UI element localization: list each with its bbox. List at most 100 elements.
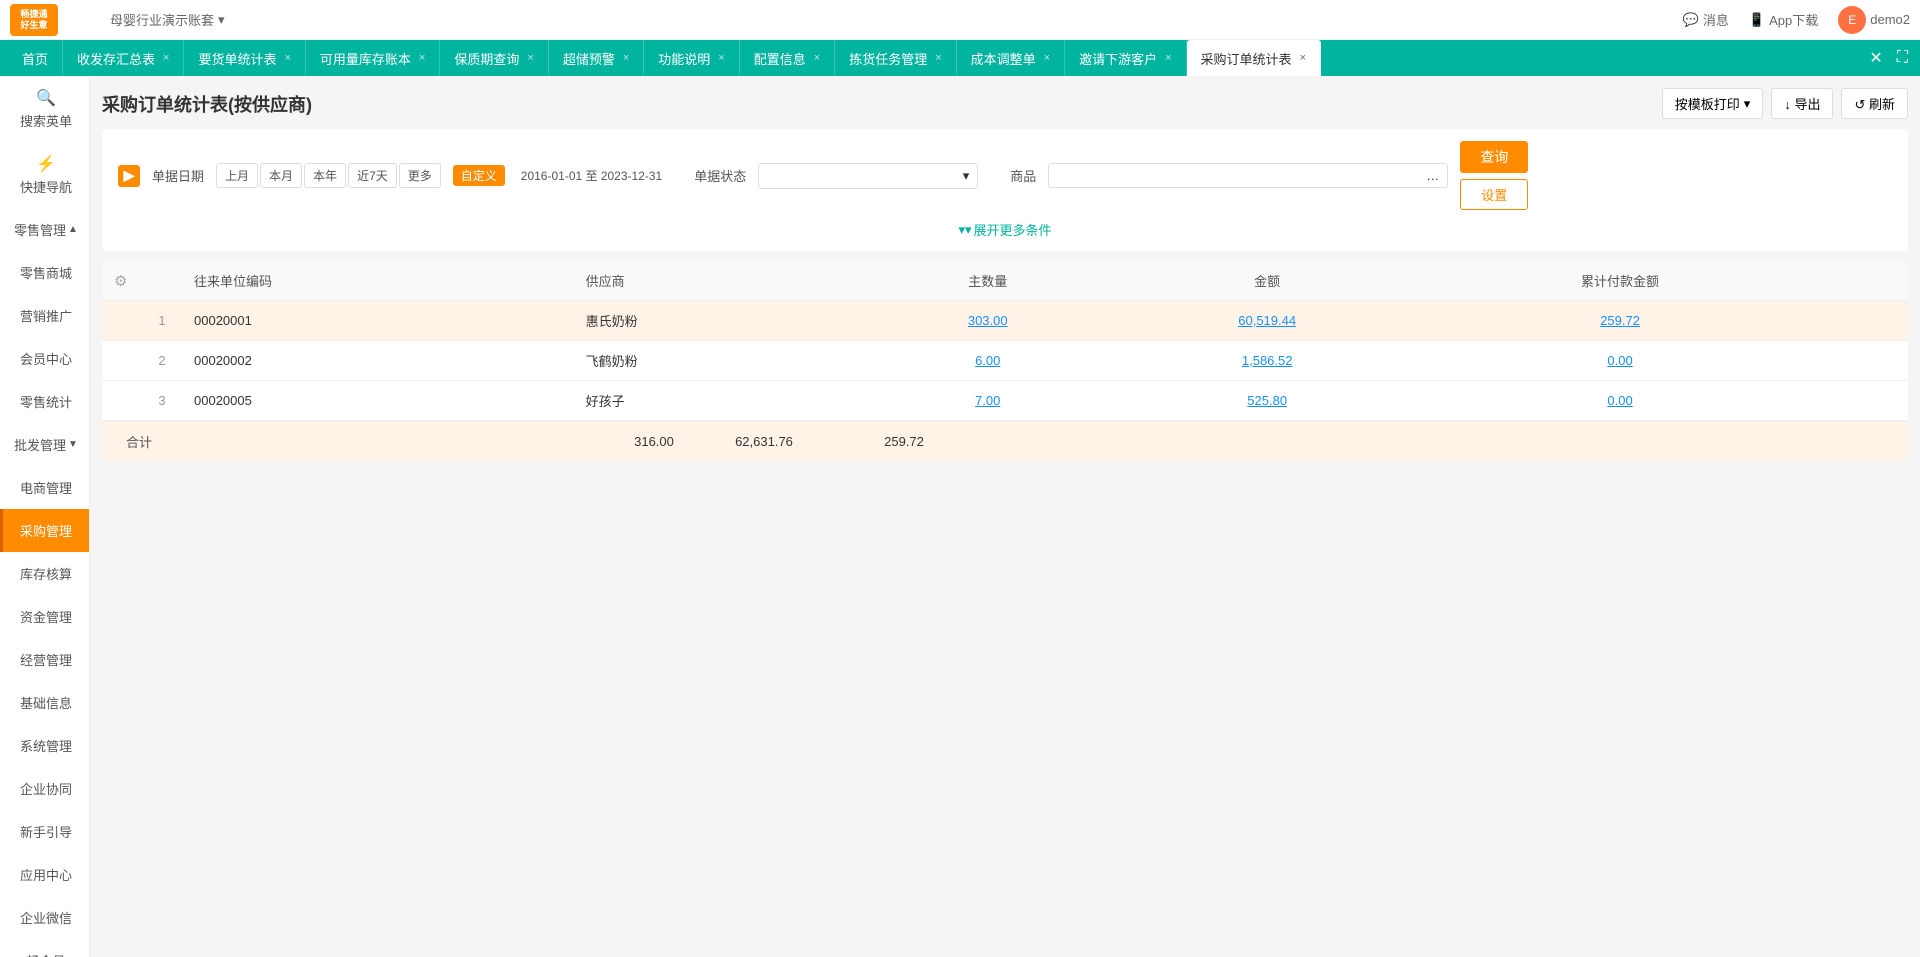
close-chengben-icon[interactable]: × [1044, 52, 1050, 64]
close-pihuo-icon[interactable]: × [935, 52, 941, 64]
cell-settings-2 [102, 381, 142, 421]
sidebar-item-basic[interactable]: 基础信息 [0, 681, 89, 724]
tab-yaoqing[interactable]: 邀请下游客户 × [1065, 40, 1186, 76]
date-btn-7days[interactable]: 近7天 [348, 163, 397, 188]
col-supplier-header: 供应商 [574, 261, 866, 301]
sidebar-item-wholesale[interactable]: 批发管理 ▼ [0, 423, 89, 466]
export-button[interactable]: ↓ 导出 [1771, 88, 1833, 119]
close-yaohuo-icon[interactable]: × [284, 52, 290, 64]
tab-yaohuo[interactable]: 要货单统计表 × [184, 40, 305, 76]
message-icon: 💬 [1683, 12, 1699, 28]
sidebar-item-enterprise[interactable]: 企业协同 [0, 767, 89, 810]
close-chaochu-icon[interactable]: × [623, 52, 629, 64]
cell-amount-1[interactable]: 1,586.52 [1110, 341, 1424, 381]
user-name: demo2 [1870, 12, 1910, 27]
date-btn-this-month[interactable]: 本月 [260, 163, 302, 188]
status-select[interactable]: ▾ [758, 163, 978, 189]
sidebar-item-vip[interactable]: 畅会员 [0, 939, 89, 957]
cell-paid-1[interactable]: 0.00 [1424, 341, 1816, 381]
message-btn[interactable]: 💬 消息 [1683, 10, 1729, 29]
table-settings-icon[interactable]: ⚙ [114, 273, 127, 290]
operation-label: 经营管理 [20, 650, 72, 669]
sidebar-item-newbie[interactable]: 新手引导 [0, 810, 89, 853]
date-btn-this-year[interactable]: 本年 [304, 163, 346, 188]
logo-image: 畅捷通好生意 [10, 4, 58, 36]
tab-gongneng[interactable]: 功能说明 × [644, 40, 739, 76]
settings-button[interactable]: 设置 [1460, 179, 1528, 210]
export-label: 导出 [1794, 97, 1820, 112]
tab-peizhi[interactable]: 配置信息 × [740, 40, 835, 76]
app-download-btn[interactable]: 📱 App下载 [1749, 10, 1818, 29]
filter-toggle-btn[interactable]: ▶ [118, 165, 140, 187]
sidebar: 🔍 搜索英单 ⚡ 快捷导航 零售管理 ▲ 零售商城 营销推广 会员中心 零售统计… [0, 76, 90, 957]
footer-label-text: 合计 [126, 435, 152, 450]
cell-qty-1[interactable]: 6.00 [865, 341, 1110, 381]
export-icon: ↓ [1784, 97, 1791, 112]
tab-shoufa[interactable]: 收发存汇总表 × [63, 40, 184, 76]
close-keyong-icon[interactable]: × [419, 52, 425, 64]
sidebar-item-retail[interactable]: 零售管理 ▲ [0, 208, 89, 251]
cell-paid-0[interactable]: 259.72 [1424, 301, 1816, 341]
cell-qty-0[interactable]: 303.00 [865, 301, 1110, 341]
sidebar-item-finance[interactable]: 资金管理 [0, 595, 89, 638]
sidebar-item-retail-store[interactable]: 零售商城 [0, 251, 89, 294]
tab-keyong[interactable]: 可用量库存账本 × [306, 40, 440, 76]
tab-close-all-icon[interactable]: ✕ [1865, 48, 1886, 68]
sidebar-item-quick[interactable]: ⚡ 快捷导航 [0, 142, 89, 208]
col-settings-header: ⚙ [102, 261, 142, 301]
sidebar-item-appstore[interactable]: 应用中心 [0, 853, 89, 896]
close-peizhi-icon[interactable]: × [814, 52, 820, 64]
sidebar-item-retail-stats[interactable]: 零售统计 [0, 380, 89, 423]
query-button[interactable]: 查询 [1460, 141, 1528, 173]
date-btn-last-month[interactable]: 上月 [216, 163, 258, 188]
cell-qty-2[interactable]: 7.00 [865, 381, 1110, 421]
tab-peizhi-label: 配置信息 [754, 49, 806, 68]
top-bar-right: 💬 消息 📱 App下载 E demo2 [1683, 6, 1910, 34]
tab-caigou[interactable]: 采购订单统计表 × [1187, 40, 1321, 76]
close-yaoqing-icon[interactable]: × [1165, 52, 1171, 64]
expand-more-btn[interactable]: ▾▾ 展开更多条件 [958, 220, 1051, 239]
workspace-chevron: ▾ [218, 12, 225, 28]
tab-chaochu[interactable]: 超储预警 × [549, 40, 644, 76]
sidebar-item-operation[interactable]: 经营管理 [0, 638, 89, 681]
filter-area: ▶ 单据日期 上月 本月 本年 近7天 更多 自定义 2016-01-01 至 … [102, 129, 1908, 251]
date-btn-more[interactable]: 更多 [399, 163, 441, 188]
user-area[interactable]: E demo2 [1838, 6, 1910, 34]
tab-chengben[interactable]: 成本调整单 × [957, 40, 1065, 76]
sidebar-item-marketing[interactable]: 营销推广 [0, 294, 89, 337]
data-table: ⚙ 往来单位编码 供应商 主数量 金额 累计付款金额 1 00020001 [102, 261, 1908, 421]
sidebar-item-inventory[interactable]: 库存核算 [0, 552, 89, 595]
close-shoufa-icon[interactable]: × [163, 52, 169, 64]
cell-amount-2[interactable]: 525.80 [1110, 381, 1424, 421]
tab-actions: ✕ ⛶ [1865, 48, 1912, 68]
sidebar-item-system[interactable]: 系统管理 [0, 724, 89, 767]
tab-pihuo[interactable]: 拣货任务管理 × [835, 40, 956, 76]
goods-more-icon[interactable]: … [1426, 168, 1439, 183]
refresh-button[interactable]: ↺ 刷新 [1841, 88, 1908, 119]
close-baozhi-icon[interactable]: × [527, 52, 533, 64]
member-label: 会员中心 [20, 349, 72, 368]
close-caigou-icon[interactable]: × [1300, 52, 1306, 64]
tab-baozhi[interactable]: 保质期查询 × [440, 40, 548, 76]
cell-amount-0[interactable]: 60,519.44 [1110, 301, 1424, 341]
col-extra-header [1816, 261, 1908, 301]
sidebar-item-member[interactable]: 会员中心 [0, 337, 89, 380]
cell-paid-2[interactable]: 0.00 [1424, 381, 1816, 421]
sidebar-item-search[interactable]: 🔍 搜索英单 [0, 76, 89, 142]
cell-extra-0 [1816, 301, 1908, 341]
sidebar-item-ecommerce[interactable]: 电商管理 [0, 466, 89, 509]
download-icon: 📱 [1749, 12, 1765, 28]
workspace-selector[interactable]: 母婴行业演示账套 ▾ [110, 10, 225, 29]
filter-date-options: 上月 本月 本年 近7天 更多 [216, 163, 441, 188]
sidebar-item-wechat[interactable]: 企业微信 [0, 896, 89, 939]
tab-yaoqing-label: 邀请下游客户 [1079, 49, 1157, 68]
main-content: 采购订单统计表(按供应商) 按模板打印 ▾ ↓ 导出 ↺ 刷新 ▶ [90, 76, 1920, 957]
sidebar-search-label: 搜索英单 [20, 111, 72, 130]
tab-home[interactable]: 首页 [8, 40, 63, 76]
close-gongneng-icon[interactable]: × [718, 52, 724, 64]
sidebar-item-purchase[interactable]: 采购管理 [0, 509, 89, 552]
template-print-button[interactable]: 按模板打印 ▾ [1662, 88, 1764, 119]
tab-expand-icon[interactable]: ⛶ [1893, 49, 1912, 67]
expand-label: 展开更多条件 [974, 220, 1052, 239]
goods-select[interactable]: … [1048, 163, 1448, 188]
